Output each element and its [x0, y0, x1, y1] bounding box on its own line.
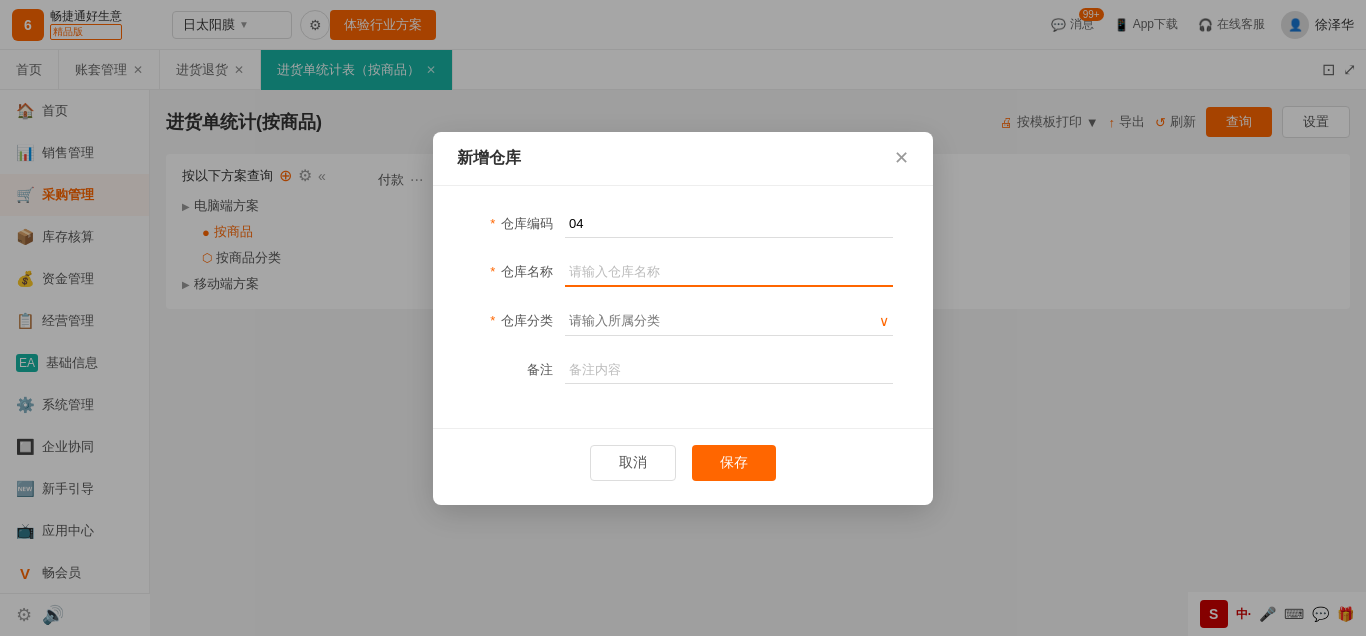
code-input[interactable]	[565, 210, 893, 238]
name-label: * 仓库名称	[473, 263, 553, 281]
remark-label: 备注	[473, 361, 553, 379]
category-field-row: * 仓库分类 ∨	[473, 307, 893, 336]
category-label: * 仓库分类	[473, 312, 553, 330]
modal-overlay[interactable]: 新增仓库 ✕ * 仓库编码 * 仓库名称	[0, 0, 1366, 636]
cancel-button[interactable]: 取消	[590, 445, 676, 481]
save-button[interactable]: 保存	[692, 445, 776, 481]
modal-footer: 取消 保存	[433, 428, 933, 505]
remark-field-row: 备注	[473, 356, 893, 384]
modal-close-button[interactable]: ✕	[894, 149, 909, 167]
code-field-row: * 仓库编码	[473, 210, 893, 238]
category-select[interactable]: ∨	[565, 307, 893, 336]
modal-body: * 仓库编码 * 仓库名称 * 仓库分类	[433, 186, 933, 428]
name-field-row: * 仓库名称	[473, 258, 893, 287]
remark-input[interactable]	[565, 356, 893, 384]
modal-title: 新增仓库	[457, 148, 521, 169]
category-input[interactable]	[569, 313, 879, 328]
name-input[interactable]	[565, 258, 893, 287]
modal-new-warehouse: 新增仓库 ✕ * 仓库编码 * 仓库名称	[433, 132, 933, 505]
modal-header: 新增仓库 ✕	[433, 132, 933, 186]
category-chevron-icon: ∨	[879, 313, 889, 329]
code-label: * 仓库编码	[473, 215, 553, 233]
